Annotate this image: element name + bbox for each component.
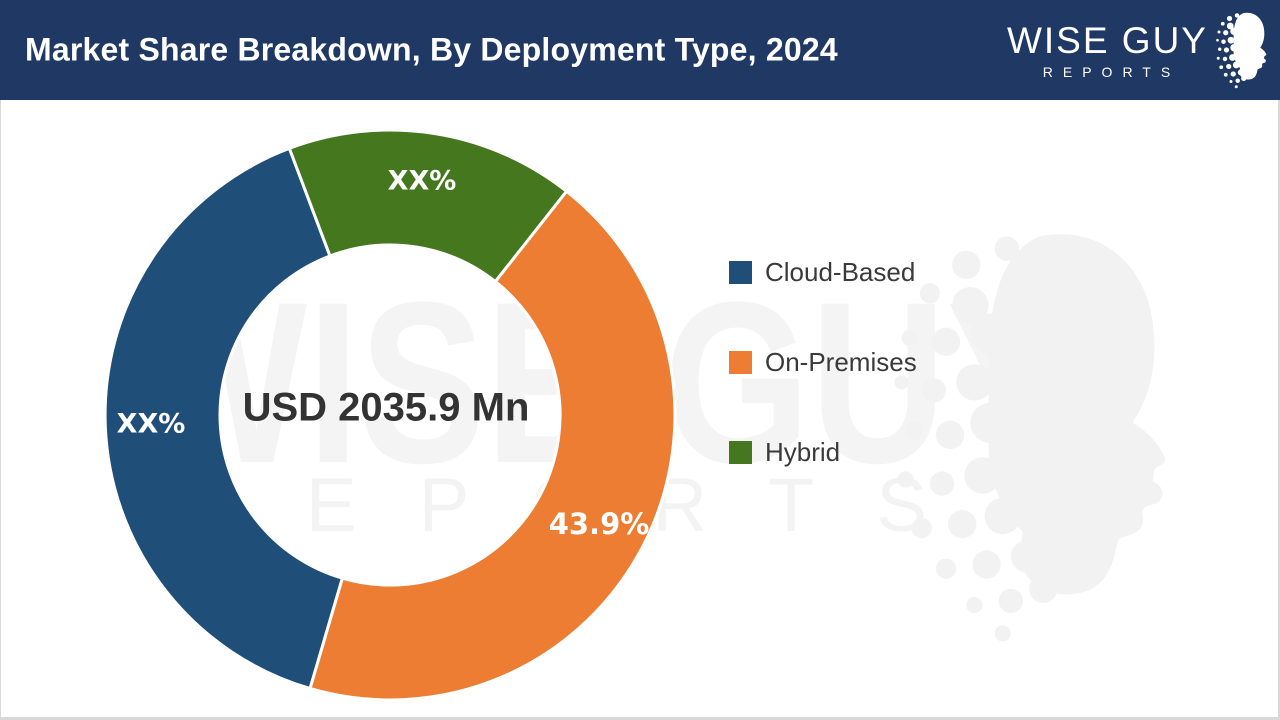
legend-item-cloud-based: Cloud-Based bbox=[729, 259, 917, 285]
brand-logo-text: WISE GUY REPORTS bbox=[1006, 19, 1208, 80]
brand-subtitle: REPORTS bbox=[1042, 63, 1181, 80]
slice-label-cloud-based: XX% bbox=[116, 408, 186, 440]
slice-label-on-premises: 43.9% bbox=[548, 507, 650, 541]
legend-label-hybrid: Hybrid bbox=[765, 437, 841, 467]
legend-label-cloud-based: Cloud-Based bbox=[765, 257, 916, 287]
brand-name: WISE GUY bbox=[1006, 19, 1208, 61]
legend-swatch-on-premises bbox=[729, 350, 752, 374]
brand-logo: WISE GUY REPORTS bbox=[1007, 6, 1270, 94]
header-bar: Market Share Breakdown, By Deployment Ty… bbox=[0, 0, 1280, 100]
legend-item-on-premises: On-Premises bbox=[729, 349, 917, 375]
legend-swatch-cloud-based bbox=[729, 260, 752, 284]
legend-item-hybrid: Hybrid bbox=[729, 439, 917, 465]
brand-face-icon bbox=[1216, 12, 1267, 88]
legend-label-on-premises: On-Premises bbox=[765, 347, 917, 377]
donut-chart bbox=[103, 128, 677, 702]
chart-canvas: WISE GUY REPORTS XX% XX% 43.9% USD 2035.… bbox=[0, 100, 1280, 720]
donut-center-value: USD 2035.9 Mn bbox=[242, 385, 530, 430]
chart-legend: Cloud-Based On-Premises Hybrid bbox=[729, 259, 917, 529]
page-title: Market Share Breakdown, By Deployment Ty… bbox=[25, 31, 838, 68]
slice-label-hybrid: XX% bbox=[387, 165, 457, 197]
legend-swatch-hybrid bbox=[729, 440, 752, 464]
